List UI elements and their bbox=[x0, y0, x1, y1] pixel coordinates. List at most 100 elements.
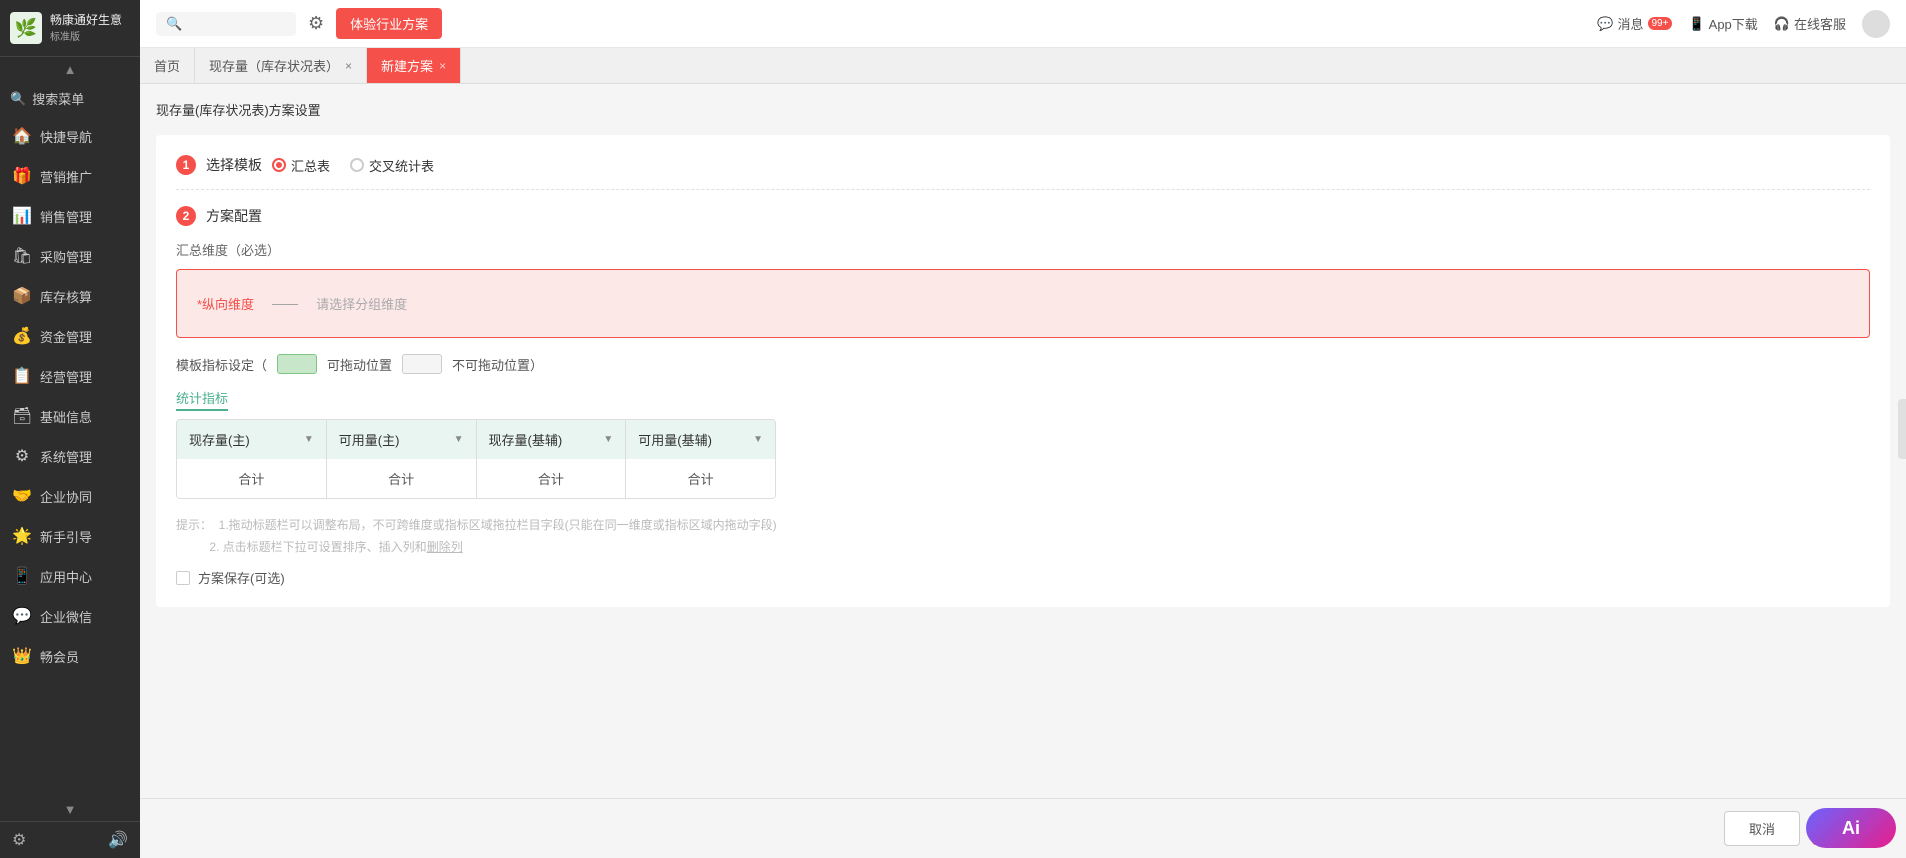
radio-cross-dot bbox=[350, 158, 364, 172]
vertical-dash: —— bbox=[272, 296, 298, 311]
chevron-down-icon-2[interactable]: ▼ bbox=[603, 434, 613, 445]
col-header-1[interactable]: 可用量(主) ▼ bbox=[327, 420, 477, 459]
vertical-placeholder[interactable]: 请选择分组维度 bbox=[316, 294, 407, 313]
sound-icon[interactable]: 🔊 bbox=[108, 830, 128, 850]
sidebar-scroll-down[interactable]: ▼ bbox=[0, 797, 140, 821]
phone-icon: 📱 bbox=[12, 566, 32, 586]
fixed-indicator bbox=[402, 354, 442, 374]
fixed-label: 不可拖动位置） bbox=[452, 355, 543, 374]
chevron-down-icon-1[interactable]: ▼ bbox=[454, 434, 464, 445]
sidebar-item-quick-nav[interactable]: 🏠 快捷导航 bbox=[0, 116, 140, 156]
sidebar-item-vip[interactable]: 👑 畅会员 bbox=[0, 636, 140, 676]
sidebar-item-label: 采购管理 bbox=[40, 247, 92, 266]
chevron-down-icon-3[interactable]: ▼ bbox=[753, 434, 763, 445]
col-body-2: 合计 bbox=[477, 459, 627, 498]
sidebar-item-wechat[interactable]: 💬 企业微信 bbox=[0, 596, 140, 636]
sidebar-item-guide[interactable]: 🌟 新手引导 bbox=[0, 516, 140, 556]
save-plan-label: 方案保存(可选) bbox=[198, 568, 285, 587]
sidebar-item-ops[interactable]: 📋 经营管理 bbox=[0, 356, 140, 396]
cancel-button[interactable]: 取消 bbox=[1724, 811, 1800, 846]
gift-icon: 🎁 bbox=[12, 166, 32, 186]
indicators-row: 模板指标设定（ 可拖动位置 不可拖动位置） bbox=[176, 354, 1870, 374]
tab-new-plan-label: 新建方案 bbox=[381, 56, 433, 75]
chart-icon: 📊 bbox=[12, 206, 32, 226]
summary-dims-label: 汇总维度（必选） bbox=[176, 240, 1870, 259]
col-header-0[interactable]: 现存量(主) ▼ bbox=[177, 420, 327, 459]
sidebar-item-label: 畅会员 bbox=[40, 647, 79, 666]
chat-icon: 💬 bbox=[12, 606, 32, 626]
sidebar-item-marketing[interactable]: 🎁 营销推广 bbox=[0, 156, 140, 196]
trial-btn[interactable]: 体验行业方案 bbox=[336, 8, 442, 39]
col-label-3: 可用量(基辅) bbox=[638, 430, 712, 449]
tab-home[interactable]: 首页 bbox=[140, 48, 195, 83]
section2-title: 方案配置 bbox=[206, 206, 262, 226]
tab-inventory-status[interactable]: 现存量（库存状况表） × bbox=[195, 48, 367, 83]
stats-title: 统计指标 bbox=[176, 388, 228, 411]
sidebar-search-label: 搜索菜单 bbox=[32, 89, 84, 108]
bag-icon: 🛍 bbox=[12, 246, 32, 266]
sidebar: 🌿 畅康通好生意 标准版 ▲ 🔍 搜索菜单 🏠 快捷导航 🎁 营销推广 📊 销售… bbox=[0, 0, 140, 858]
sidebar-item-sales[interactable]: 📊 销售管理 bbox=[0, 196, 140, 236]
topbar-search-box[interactable]: 🔍 bbox=[156, 12, 296, 36]
topbar-search-input[interactable] bbox=[188, 17, 278, 31]
divider1 bbox=[176, 189, 1870, 190]
template-settings-label: 模板指标设定（ bbox=[176, 355, 267, 374]
section2-header: 2 方案配置 bbox=[176, 206, 1870, 226]
main-area: 🔍 ⚙ 体验行业方案 💬 消息 99+ 📱 App下载 🎧 在线客服 首页 bbox=[140, 0, 1906, 858]
page-title: 现存量(库存状况表)方案设置 bbox=[156, 100, 1890, 119]
settings-bottom-icon[interactable]: ⚙ bbox=[12, 830, 26, 850]
tab-new-plan-close[interactable]: × bbox=[439, 59, 446, 73]
sidebar-item-purchase[interactable]: 🛍 采购管理 bbox=[0, 236, 140, 276]
content: 现存量(库存状况表)方案设置 1 选择模板 汇总表 交叉统计表 bbox=[140, 84, 1906, 798]
messages-badge: 99+ bbox=[1648, 17, 1673, 30]
sidebar-item-inventory[interactable]: 📦 库存核算 bbox=[0, 276, 140, 316]
metrics-body-row: 合计 合计 合计 合计 bbox=[177, 459, 775, 498]
sidebar-nav: 🏠 快捷导航 🎁 营销推广 📊 销售管理 🛍 采购管理 📦 库存核算 💰 资金管… bbox=[0, 116, 140, 797]
template-settings-row: 模板指标设定（ 可拖动位置 不可拖动位置） bbox=[176, 354, 1870, 374]
col-label-2: 现存量(基辅) bbox=[489, 430, 563, 449]
save-plan-row: 方案保存(可选) bbox=[176, 568, 1870, 587]
sidebar-search[interactable]: 🔍 搜索菜单 bbox=[0, 81, 140, 116]
template-radio-group: 汇总表 交叉统计表 bbox=[272, 156, 434, 175]
resize-handle[interactable] bbox=[1898, 399, 1906, 459]
sidebar-item-apps[interactable]: 📱 应用中心 bbox=[0, 556, 140, 596]
save-plan-checkbox[interactable] bbox=[176, 571, 190, 585]
metrics-header-row: 现存量(主) ▼ 可用量(主) ▼ 现存量(基辅) ▼ 可用量(基辅) bbox=[177, 420, 775, 459]
chevron-down-icon-0[interactable]: ▼ bbox=[304, 434, 314, 445]
section1-num: 1 bbox=[176, 155, 196, 175]
box-icon: 📦 bbox=[12, 286, 32, 306]
col-header-2[interactable]: 现存量(基辅) ▼ bbox=[477, 420, 627, 459]
app-download-label: App下载 bbox=[1709, 14, 1758, 33]
messages-label: 消息 bbox=[1617, 14, 1643, 33]
radio-summary[interactable]: 汇总表 bbox=[272, 156, 330, 175]
sidebar-scroll-up[interactable]: ▲ bbox=[0, 57, 140, 81]
main-card: 1 选择模板 汇总表 交叉统计表 2 方案配置 bbox=[156, 135, 1890, 607]
user-avatar[interactable] bbox=[1862, 10, 1890, 38]
sidebar-item-finance[interactable]: 💰 资金管理 bbox=[0, 316, 140, 356]
vertical-dim-area: *纵向维度 —— 请选择分组维度 bbox=[176, 269, 1870, 338]
app-name: 畅康通好生意 bbox=[50, 13, 122, 29]
messages-btn[interactable]: 💬 消息 99+ bbox=[1597, 14, 1672, 33]
logo-icon: 🌿 bbox=[10, 12, 42, 44]
message-icon: 💬 bbox=[1597, 16, 1613, 32]
topbar-settings-icon[interactable]: ⚙ bbox=[308, 13, 324, 34]
col-header-3[interactable]: 可用量(基辅) ▼ bbox=[626, 420, 775, 459]
sidebar-item-corp[interactable]: 🤝 企业协同 bbox=[0, 476, 140, 516]
sidebar-item-basic[interactable]: 🗃 基础信息 bbox=[0, 396, 140, 436]
col-label-1: 可用量(主) bbox=[339, 430, 400, 449]
sidebar-item-system[interactable]: ⚙ 系统管理 bbox=[0, 436, 140, 476]
col-body-1: 合计 bbox=[327, 459, 477, 498]
sidebar-item-label: 资金管理 bbox=[40, 327, 92, 346]
app-download-btn[interactable]: 📱 App下载 bbox=[1688, 14, 1757, 33]
sidebar-item-label: 企业协同 bbox=[40, 487, 92, 506]
tab-inventory-close[interactable]: × bbox=[345, 59, 352, 73]
sidebar-item-label: 销售管理 bbox=[40, 207, 92, 226]
gear-icon: ⚙ bbox=[12, 446, 32, 466]
ai-bubble[interactable]: Ai bbox=[1806, 808, 1896, 848]
online-service-btn[interactable]: 🎧 在线客服 bbox=[1774, 14, 1846, 33]
tab-new-plan[interactable]: 新建方案 × bbox=[367, 48, 461, 83]
tab-inventory-label: 现存量（库存状况表） bbox=[209, 56, 339, 75]
home-icon: 🏠 bbox=[12, 126, 32, 146]
radio-summary-dot bbox=[272, 158, 286, 172]
radio-cross[interactable]: 交叉统计表 bbox=[350, 156, 434, 175]
